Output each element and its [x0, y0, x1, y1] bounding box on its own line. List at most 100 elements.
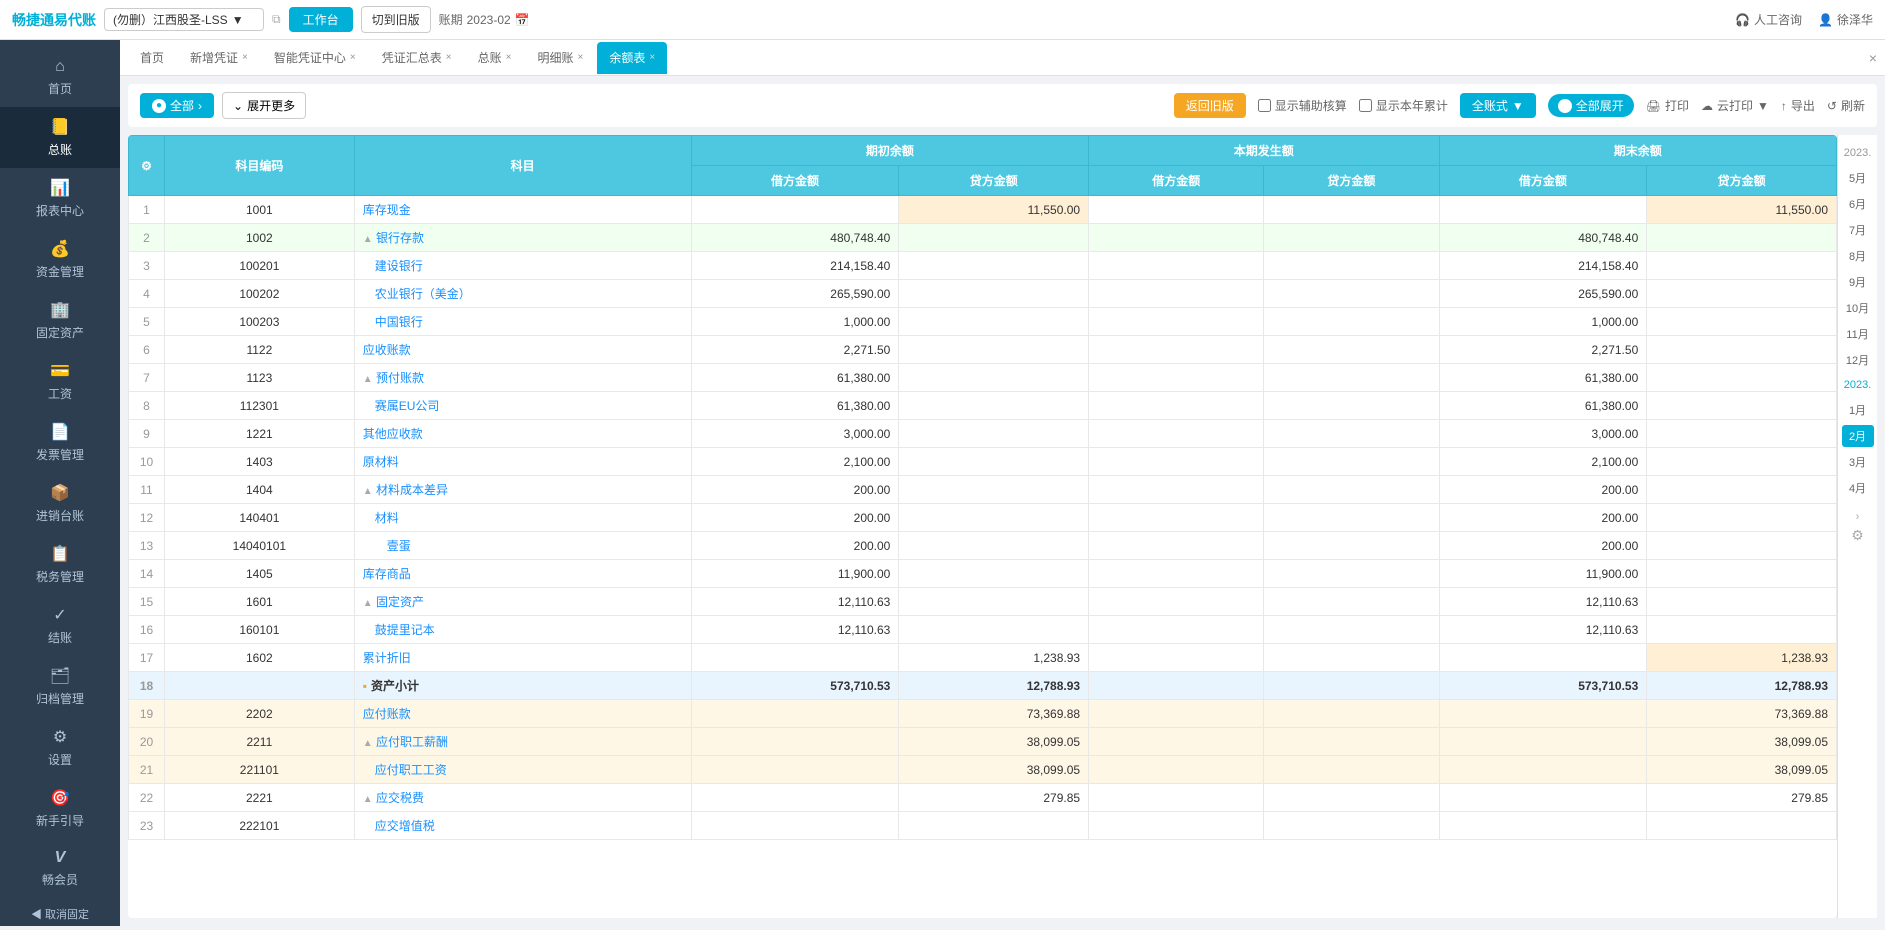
sidebar-item-payroll[interactable]: 💳 工资: [0, 351, 120, 412]
expand-row-icon[interactable]: ▲: [363, 738, 373, 749]
tab-general-ledger[interactable]: 总账 ×: [466, 42, 524, 74]
month-3[interactable]: 3月: [1842, 451, 1874, 473]
panel-collapse-icon[interactable]: ›: [1856, 511, 1860, 523]
all-button[interactable]: ● 全部 ›: [140, 93, 214, 118]
sidebar-item-guide[interactable]: 🎯 新手引导: [0, 778, 120, 839]
old-version-button[interactable]: 切到旧版: [361, 6, 431, 33]
month-12[interactable]: 12月: [1842, 349, 1874, 371]
sidebar-item-checkout[interactable]: ✓ 结账: [0, 595, 120, 656]
account-name-link[interactable]: 库存商品: [363, 567, 411, 581]
expand-row-icon[interactable]: ▲: [363, 374, 373, 385]
row-name[interactable]: 壹蛋: [354, 532, 691, 560]
consult-button[interactable]: 🎧 人工咨询: [1735, 11, 1802, 28]
row-name[interactable]: ▲ 固定资产: [354, 588, 691, 616]
month-4[interactable]: 4月: [1842, 477, 1874, 499]
sidebar-item-reports[interactable]: 📊 报表中心: [0, 168, 120, 229]
refresh-button[interactable]: ↺ 刷新: [1827, 97, 1865, 114]
tab-balance-sheet-close[interactable]: ×: [649, 52, 655, 63]
account-name-link[interactable]: 应交增值税: [375, 819, 435, 833]
company-selector[interactable]: (勿删）江西股圣-LSS ▼: [104, 8, 264, 31]
row-name[interactable]: 建设银行: [354, 252, 691, 280]
expand-row-icon[interactable]: ▲: [363, 486, 373, 497]
sidebar-item-member[interactable]: V 畅会员: [0, 839, 120, 898]
account-name-link[interactable]: 库存现金: [363, 203, 411, 217]
account-name-link[interactable]: 累计折旧: [363, 651, 411, 665]
row-name[interactable]: 原材料: [354, 448, 691, 476]
tab-smart-center-close[interactable]: ×: [350, 52, 356, 63]
month-8[interactable]: 8月: [1842, 245, 1874, 267]
sidebar-item-capital[interactable]: 💰 资金管理: [0, 229, 120, 290]
tab-detailed-ledger-close[interactable]: ×: [577, 52, 583, 63]
row-name[interactable]: 库存现金: [354, 196, 691, 224]
account-name-link[interactable]: 中国银行: [375, 315, 423, 329]
expand-button[interactable]: ⌄ 展开更多: [222, 92, 306, 119]
row-name[interactable]: 赛属EU公司: [354, 392, 691, 420]
account-name-link[interactable]: 银行存款: [376, 231, 424, 245]
row-name[interactable]: 应付账款: [354, 700, 691, 728]
sidebar-item-ledger[interactable]: 📒 总账: [0, 107, 120, 168]
account-name-link[interactable]: 建设银行: [375, 259, 423, 273]
tab-smart-center[interactable]: 智能凭证中心 ×: [262, 42, 368, 74]
account-name-link[interactable]: 预付账款: [376, 371, 424, 385]
expand-row-icon[interactable]: ▲: [363, 234, 373, 245]
account-name-link[interactable]: 应交税费: [376, 791, 424, 805]
month-11[interactable]: 11月: [1842, 323, 1874, 345]
account-name-link[interactable]: 应付职工工资: [375, 763, 447, 777]
show-ytd-checkbox[interactable]: 显示本年累计: [1359, 97, 1448, 114]
row-name[interactable]: ▲ 预付账款: [354, 364, 691, 392]
print-button[interactable]: 🖨 打印: [1646, 97, 1689, 114]
month-9[interactable]: 9月: [1842, 271, 1874, 293]
tab-voucher-add[interactable]: 新增凭证 ×: [178, 42, 260, 74]
account-name-link[interactable]: 应付职工薪酬: [376, 735, 448, 749]
return-old-button[interactable]: 返回旧版: [1174, 93, 1246, 118]
unpin-button[interactable]: ◀ 取消固定: [0, 898, 120, 930]
row-name[interactable]: ▲ 应交税费: [354, 784, 691, 812]
show-aux-checkbox[interactable]: 显示辅助核算: [1258, 97, 1347, 114]
account-name-link[interactable]: 材料: [375, 511, 399, 525]
row-name[interactable]: 应交增值税: [354, 812, 691, 840]
expand-all-toggle[interactable]: 全部展开: [1548, 94, 1634, 117]
row-name[interactable]: ▲ 材料成本差异: [354, 476, 691, 504]
expand-row-icon[interactable]: ▲: [363, 598, 373, 609]
account-name-link[interactable]: 鼓提里记本: [375, 623, 435, 637]
expand-row-icon[interactable]: ▲: [363, 794, 373, 805]
account-name-link[interactable]: 应付账款: [363, 707, 411, 721]
month-6[interactable]: 6月: [1842, 193, 1874, 215]
tab-home[interactable]: 首页: [128, 42, 176, 74]
sidebar-item-archive[interactable]: 🗂 归档管理: [0, 656, 120, 717]
month-2[interactable]: 2月: [1842, 425, 1874, 447]
workbench-button[interactable]: 工作台: [289, 7, 353, 32]
month-1[interactable]: 1月: [1842, 399, 1874, 421]
panel-settings-icon[interactable]: ⚙: [1851, 527, 1864, 544]
account-name-link[interactable]: 固定资产: [376, 595, 424, 609]
sidebar-item-invoice[interactable]: 📄 发票管理: [0, 412, 120, 473]
sidebar-item-tax[interactable]: 📋 税务管理: [0, 534, 120, 595]
tab-detailed-ledger[interactable]: 明细账 ×: [525, 42, 595, 74]
row-name[interactable]: ▲ 银行存款: [354, 224, 691, 252]
export-button[interactable]: ↑ 导出: [1781, 97, 1815, 114]
settings-col-header[interactable]: ⚙: [129, 136, 165, 196]
tab-voucher-summary[interactable]: 凭证汇总表 ×: [370, 42, 464, 74]
account-name-link[interactable]: 农业银行（美金）: [375, 287, 471, 301]
month-5[interactable]: 5月: [1842, 167, 1874, 189]
account-name-link[interactable]: 原材料: [363, 455, 399, 469]
row-name[interactable]: 材料: [354, 504, 691, 532]
account-name-link[interactable]: 其他应收款: [363, 427, 423, 441]
tab-general-ledger-close[interactable]: ×: [506, 52, 512, 63]
month-10[interactable]: 10月: [1842, 297, 1874, 319]
sidebar-item-home[interactable]: ⌂ 首页: [0, 48, 120, 107]
sidebar-item-purchase[interactable]: 📦 进销台账: [0, 473, 120, 534]
account-name-link[interactable]: 材料成本差异: [376, 483, 448, 497]
tab-balance-sheet[interactable]: 余额表 ×: [597, 42, 667, 74]
account-name-link[interactable]: 壹蛋: [387, 539, 411, 553]
copy-icon[interactable]: ⧉: [272, 12, 281, 27]
row-name[interactable]: 应付职工工资: [354, 756, 691, 784]
user-button[interactable]: 👤 徐泽华: [1818, 11, 1873, 28]
account-name-link[interactable]: 赛属EU公司: [375, 399, 440, 413]
sidebar-item-settings[interactable]: ⚙ 设置: [0, 717, 120, 778]
account-name-link[interactable]: 应收账款: [363, 343, 411, 357]
tab-voucher-summary-close[interactable]: ×: [446, 52, 452, 63]
show-ytd-input[interactable]: [1359, 99, 1372, 112]
row-name[interactable]: 库存商品: [354, 560, 691, 588]
month-7[interactable]: 7月: [1842, 219, 1874, 241]
